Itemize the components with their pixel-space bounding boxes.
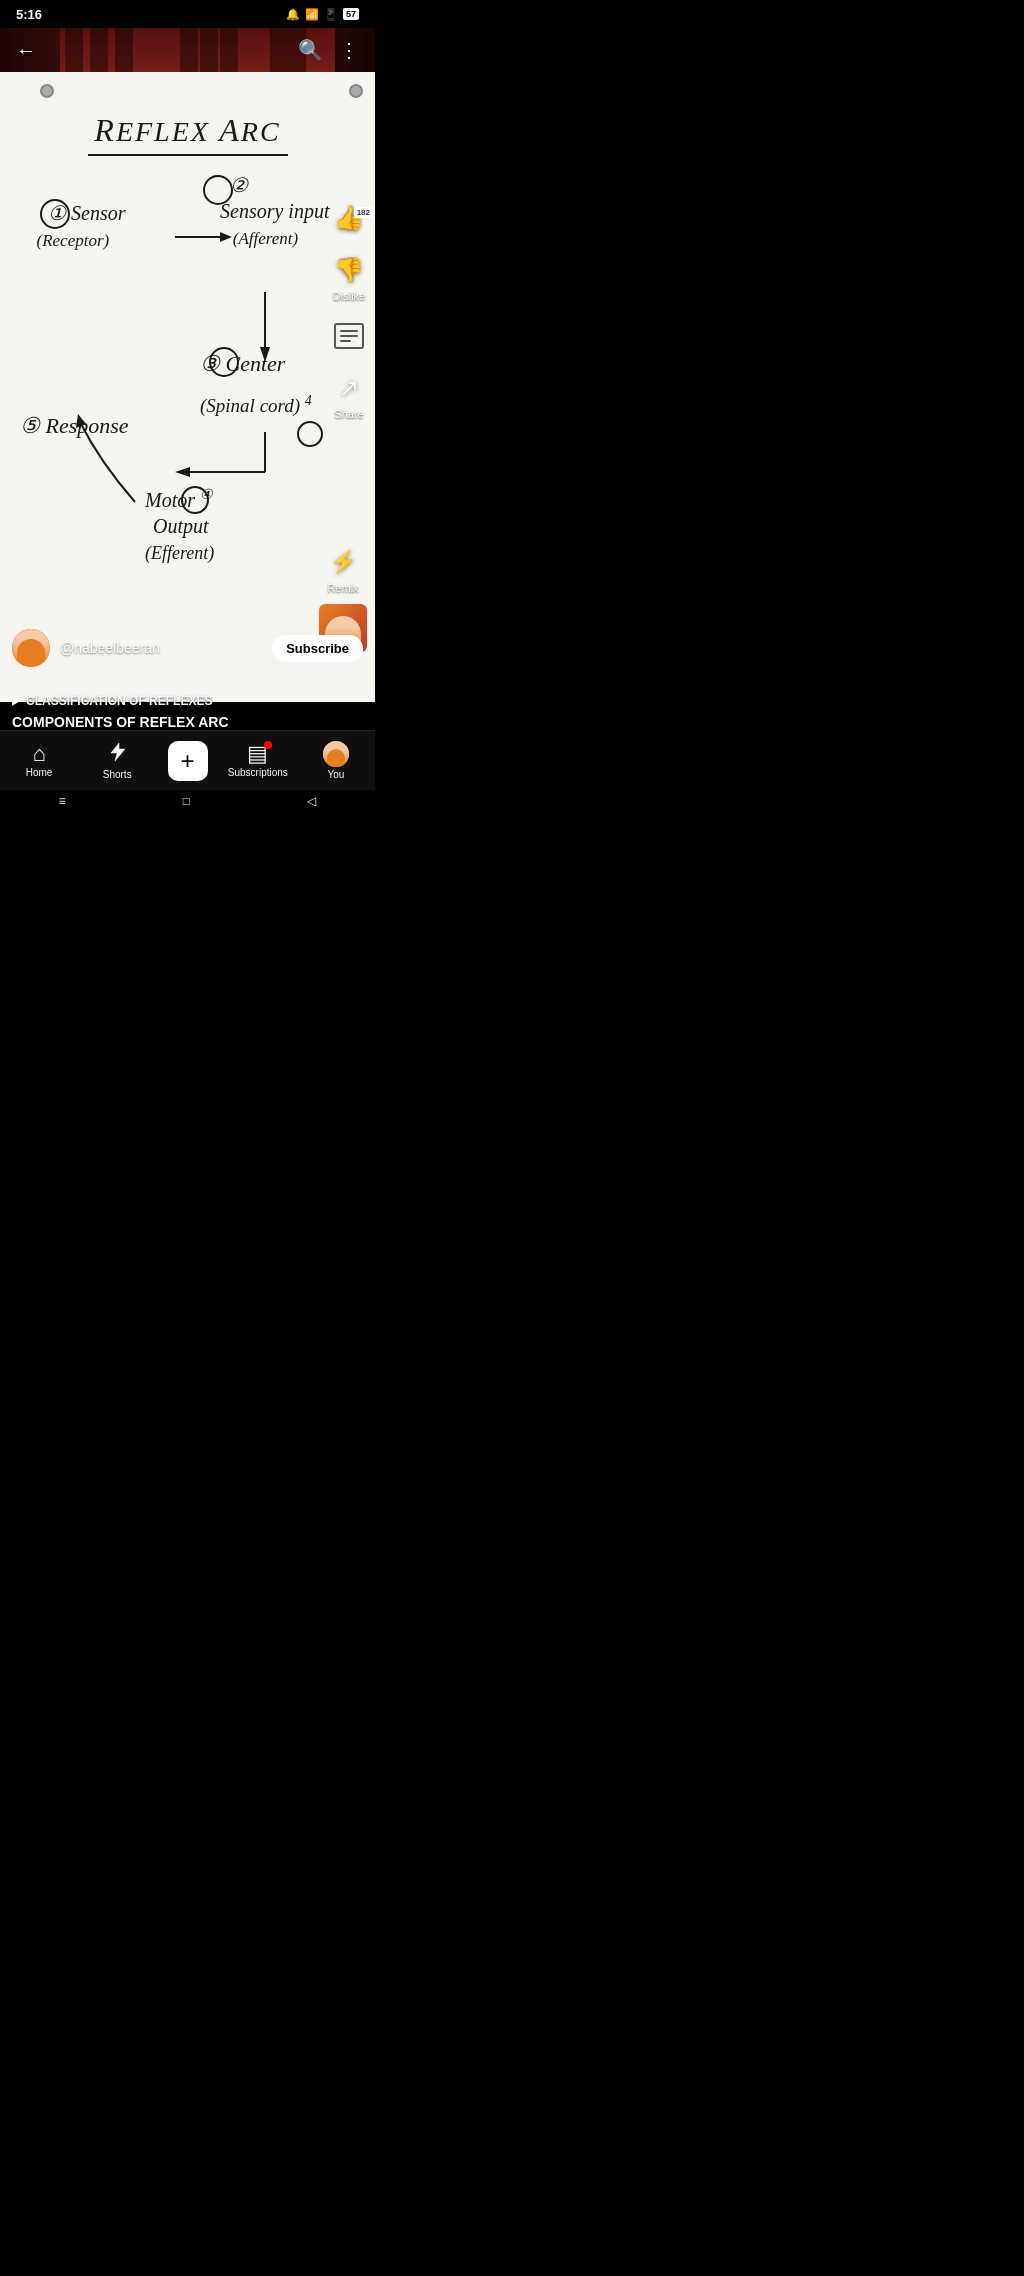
subscriptions-label: Subscriptions [228, 767, 288, 778]
home-label: Home [26, 767, 53, 778]
android-menu-btn[interactable]: ≡ [59, 794, 66, 808]
top-bar: ← 🔍 ⋮ [0, 28, 375, 72]
title-underline [88, 154, 288, 156]
svg-point-11 [298, 422, 322, 446]
channel-bar: @nabeelbeeran Subscribe [0, 629, 375, 667]
android-home-btn[interactable]: □ [183, 794, 190, 808]
label-sensor: ① Sensor (Receptor) [28, 200, 125, 252]
subscriptions-icon-wrapper: ▤ [247, 743, 268, 765]
label-response: ⑤ Response [20, 412, 129, 441]
signal-icon: 📱 [324, 8, 338, 21]
nav-shorts[interactable]: Shorts [78, 741, 156, 780]
share-icon: ↗ [331, 370, 367, 406]
you-label: You [328, 769, 345, 780]
wifi-icon: 📶 [305, 8, 319, 21]
android-nav-bar: ≡ □ ◁ [0, 790, 375, 812]
comment-icon [331, 318, 367, 354]
top-bar-actions: 🔍 ⋮ [298, 40, 359, 60]
nav-add[interactable]: + [156, 741, 219, 781]
shorts-icon [106, 741, 128, 767]
label-motor-output: Motor ④ Output (Efferent) [145, 486, 214, 565]
status-bar: 5:16 🔔 📶 📱 57 [0, 0, 375, 28]
dislike-button[interactable]: 👎 Dislike [331, 252, 367, 302]
share-button[interactable]: ↗ Share [331, 370, 367, 420]
side-actions: 👍 182 👎 Dislike ↗ Share [331, 200, 367, 420]
screw-left [40, 84, 54, 98]
label-sensory-input: ② Sensory input (Afferent) [220, 172, 329, 250]
svg-marker-6 [175, 467, 190, 477]
like-icon: 👍 [331, 200, 367, 236]
video-title-area: CLASSIFICATION OF REFLEXES COMPONENTS OF… [0, 694, 315, 730]
more-options-button[interactable]: ⋮ [339, 40, 359, 60]
home-icon: ⌂ [32, 743, 45, 765]
status-icons: 🔔 📶 📱 57 [286, 8, 359, 21]
nav-you[interactable]: You [297, 741, 375, 780]
label-center: ③ Center [200, 350, 285, 379]
dislike-icon: 👎 [331, 252, 367, 288]
like-count: 182 [354, 207, 373, 218]
remix-icon: ⚡ [325, 544, 361, 580]
whiteboard-title: REFLEX ARC [94, 112, 280, 149]
add-icon: + [180, 747, 194, 775]
like-button[interactable]: 👍 182 [331, 200, 367, 236]
play-triangle-icon [12, 696, 20, 706]
main-video-title: COMPONENTS OF REFLEX ARC [12, 714, 303, 730]
shorts-label: Shorts [103, 769, 132, 780]
search-button[interactable]: 🔍 [298, 40, 323, 60]
label-spinal-cord: (Spinal cord) 4 [200, 392, 312, 419]
add-button[interactable]: + [168, 741, 208, 781]
nav-subscriptions[interactable]: ▤ Subscriptions [219, 743, 297, 778]
channel-avatar [12, 629, 50, 667]
back-button[interactable]: ← [16, 40, 36, 60]
nav-home[interactable]: ⌂ Home [0, 743, 78, 778]
remix-label: Remix [327, 582, 358, 594]
next-video-title: CLASSIFICATION OF REFLEXES [12, 694, 303, 708]
dislike-label: Dislike [333, 290, 365, 302]
battery-icon: 57 [343, 8, 359, 20]
screw-right [349, 84, 363, 98]
share-label: Share [334, 408, 363, 420]
android-back-btn[interactable]: ◁ [307, 794, 316, 808]
status-time: 5:16 [16, 7, 42, 22]
subscribe-button[interactable]: Subscribe [272, 635, 363, 662]
you-avatar [323, 741, 349, 767]
channel-name: @nabeelbeeran [60, 640, 262, 656]
bottom-nav: ⌂ Home Shorts + ▤ Subscriptions You [0, 730, 375, 790]
notification-icon: 🔔 [286, 8, 300, 21]
remix-button[interactable]: ⚡ Remix [325, 544, 361, 594]
comment-button[interactable] [331, 318, 367, 354]
subscription-dot [264, 741, 272, 749]
